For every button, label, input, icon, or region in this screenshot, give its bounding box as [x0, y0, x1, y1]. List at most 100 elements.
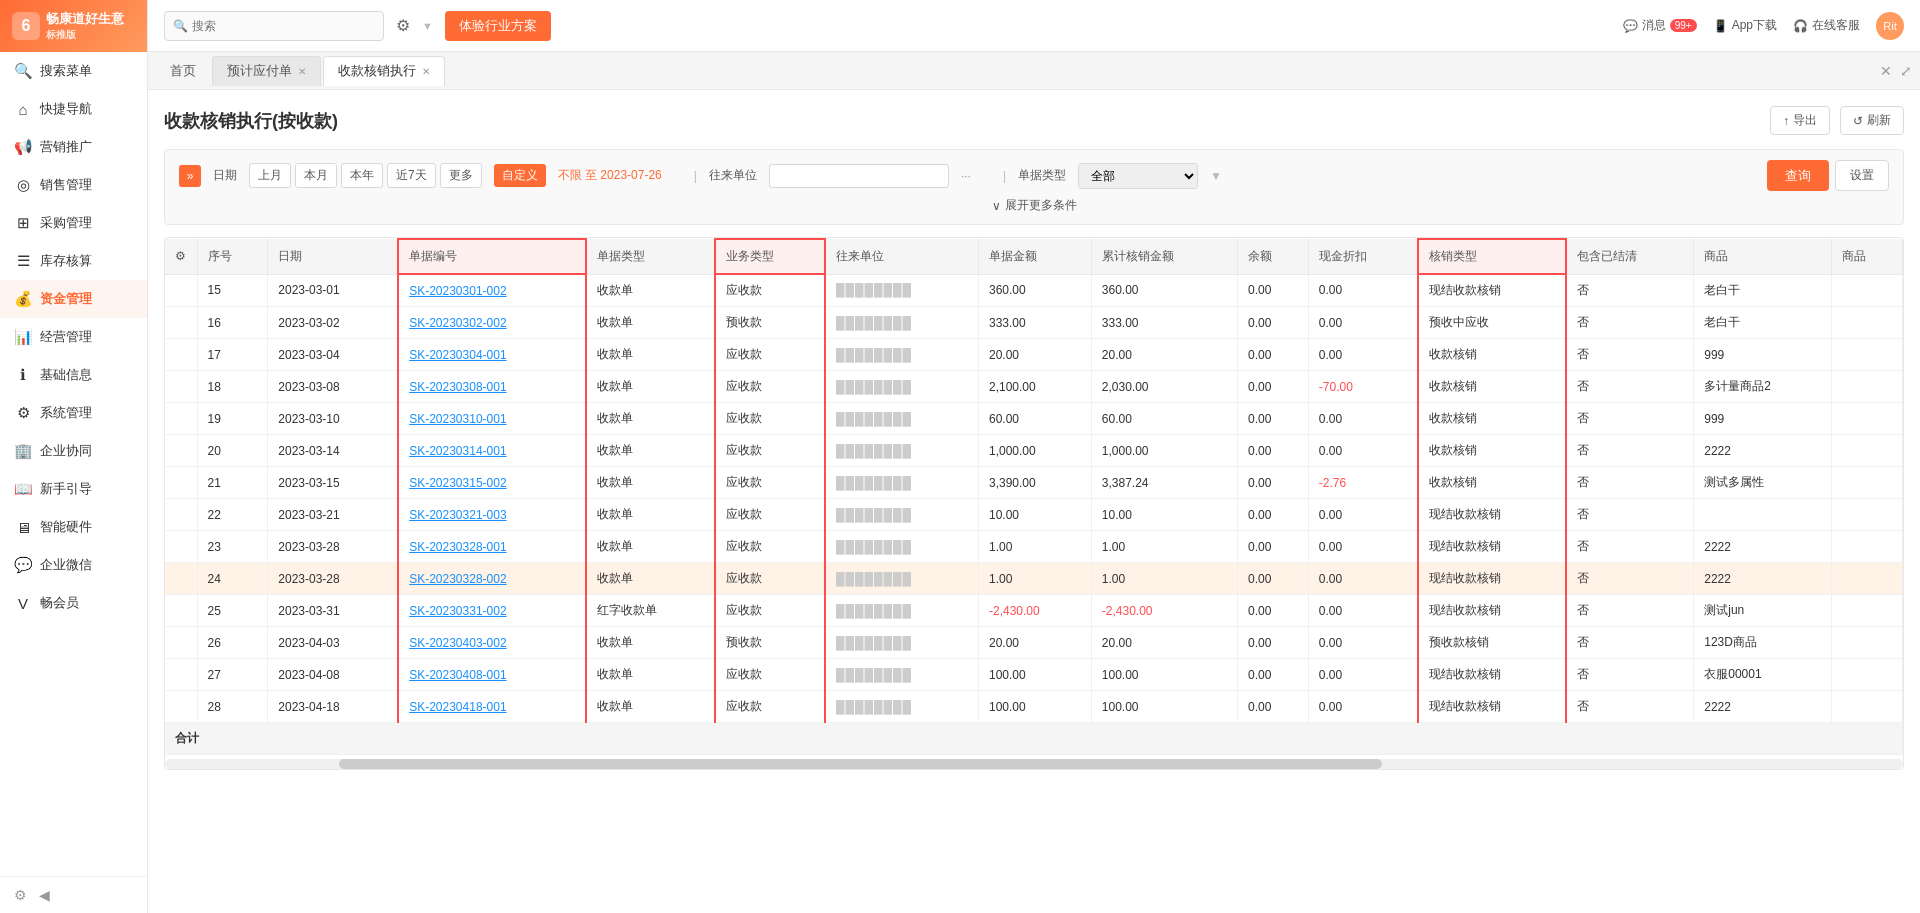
user-avatar[interactable]: Rit: [1876, 12, 1904, 40]
search-input[interactable]: [192, 19, 375, 33]
table-cell: 收款单: [586, 403, 715, 435]
table-row: 262023-04-03SK-20230403-002收款单预收款███████…: [165, 627, 1903, 659]
page-actions: ↑ 导出 ↺ 刷新: [1770, 106, 1904, 135]
table-row: 172023-03-04SK-20230304-001收款单应收款███████…: [165, 339, 1903, 371]
table-cell: 20.00: [1091, 627, 1237, 659]
sidebar-item-quick-nav[interactable]: ⌂ 快捷导航: [0, 90, 147, 128]
table-row: 242023-03-28SK-20230328-002收款单应收款███████…: [165, 563, 1903, 595]
table-cell[interactable]: SK-20230331-002: [398, 595, 586, 627]
period-more[interactable]: 更多: [440, 163, 482, 188]
table-row: 162023-03-02SK-20230302-002收款单预收款███████…: [165, 307, 1903, 339]
sidebar-item-wechat[interactable]: 💬 企业微信: [0, 546, 147, 584]
table-cell[interactable]: SK-20230302-002: [398, 307, 586, 339]
col-cash-discount: 现金折扣: [1308, 239, 1417, 274]
sidebar-item-member[interactable]: V 畅会员: [0, 584, 147, 622]
doc-type-select[interactable]: 全部: [1078, 163, 1198, 189]
enterprise-icon: 🏢: [14, 442, 32, 460]
refresh-button[interactable]: ↺ 刷新: [1840, 106, 1904, 135]
table-cell[interactable]: SK-20230418-001: [398, 691, 586, 723]
table-cell: 收款单: [586, 467, 715, 499]
app-download-button[interactable]: 📱 App下载: [1713, 17, 1777, 34]
table-cell: [165, 563, 197, 595]
table-cell[interactable]: SK-20230408-001: [398, 659, 586, 691]
tab-expand-icon[interactable]: ⤢: [1900, 63, 1912, 79]
table-cell: 应收款: [715, 467, 825, 499]
col-biz-type: 业务类型: [715, 239, 825, 274]
table-cell: 预收款: [715, 307, 825, 339]
sidebar-item-marketing[interactable]: 📢 营销推广: [0, 128, 147, 166]
horizontal-scrollbar[interactable]: [165, 759, 1903, 769]
message-button[interactable]: 💬 消息 99+: [1623, 17, 1697, 34]
sidebar-item-guide[interactable]: 📖 新手引导: [0, 470, 147, 508]
table-cell[interactable]: SK-20230304-001: [398, 339, 586, 371]
period-7days[interactable]: 近7天: [387, 163, 436, 188]
partner-dots[interactable]: ···: [961, 169, 971, 183]
custom-date-button[interactable]: 自定义: [494, 164, 546, 187]
table-cell: 2023-03-21: [268, 499, 398, 531]
table-cell[interactable]: SK-20230315-002: [398, 467, 586, 499]
tab-collection[interactable]: 收款核销执行 ✕: [323, 56, 445, 86]
filter-settings-button[interactable]: 设置: [1835, 160, 1889, 191]
sidebar-item-sales[interactable]: ◎ 销售管理: [0, 166, 147, 204]
sidebar-item-enterprise[interactable]: 🏢 企业协同: [0, 432, 147, 470]
table-cell[interactable]: SK-20230328-002: [398, 563, 586, 595]
tab-home[interactable]: 首页: [156, 56, 210, 86]
sidebar-item-finance[interactable]: 💰 资金管理: [0, 280, 147, 318]
period-this-year[interactable]: 本年: [341, 163, 383, 188]
chart-icon: 📊: [14, 328, 32, 346]
table-cell: 26: [197, 627, 268, 659]
tab-prepay-close[interactable]: ✕: [298, 66, 306, 77]
period-last-month[interactable]: 上月: [249, 163, 291, 188]
sidebar-item-operation[interactable]: 📊 经营管理: [0, 318, 147, 356]
col-setting[interactable]: ⚙: [165, 239, 197, 274]
table-cell: [1832, 691, 1903, 723]
settings-bottom-icon[interactable]: ⚙: [14, 887, 27, 903]
solution-button[interactable]: 体验行业方案: [445, 11, 551, 41]
tab-close-all-icon[interactable]: ✕: [1880, 63, 1892, 79]
sidebar-item-inventory[interactable]: ☰ 库存核算: [0, 242, 147, 280]
table-cell: 0.00: [1238, 339, 1309, 371]
table-cell: 应收款: [715, 339, 825, 371]
topbar-search-box[interactable]: 🔍: [164, 11, 384, 41]
sidebar-item-search[interactable]: 🔍 搜索菜单: [0, 52, 147, 90]
spacer2: |: [1003, 169, 1006, 183]
expand-more-button[interactable]: ∨ 展开更多条件: [992, 197, 1077, 214]
table-cell[interactable]: SK-20230301-002: [398, 274, 586, 307]
table-cell: 否: [1566, 371, 1694, 403]
export-button[interactable]: ↑ 导出: [1770, 106, 1830, 135]
filter-collapse-btn[interactable]: »: [179, 165, 201, 187]
table-cell[interactable]: SK-20230308-001: [398, 371, 586, 403]
table-cell[interactable]: SK-20230403-002: [398, 627, 586, 659]
table-cell: 100.00: [978, 659, 1091, 691]
table-cell: 0.00: [1308, 307, 1417, 339]
sidebar-item-purchase[interactable]: ⊞ 采购管理: [0, 204, 147, 242]
table-cell[interactable]: SK-20230310-001: [398, 403, 586, 435]
table-row: 182023-03-08SK-20230308-001收款单应收款███████…: [165, 371, 1903, 403]
partner-input[interactable]: [769, 164, 949, 188]
table-cell: 现结收款核销: [1418, 595, 1566, 627]
tab-prepay[interactable]: 预计应付单 ✕: [212, 56, 321, 86]
scrollbar-thumb[interactable]: [339, 759, 1382, 769]
sidebar-item-system[interactable]: ⚙ 系统管理: [0, 394, 147, 432]
table-cell: 应收款: [715, 403, 825, 435]
table-cell: 否: [1566, 499, 1694, 531]
table-cell: 否: [1566, 691, 1694, 723]
query-button[interactable]: 查询: [1767, 160, 1829, 191]
table-cell: 1.00: [1091, 531, 1237, 563]
sidebar-item-basic[interactable]: ℹ 基础信息: [0, 356, 147, 394]
table-cell[interactable]: SK-20230328-001: [398, 531, 586, 563]
table-row: 212023-03-15SK-20230315-002收款单应收款███████…: [165, 467, 1903, 499]
table-cell: 测试多属性: [1694, 467, 1832, 499]
table-cell[interactable]: SK-20230314-001: [398, 435, 586, 467]
online-service-button[interactable]: 🎧 在线客服: [1793, 17, 1860, 34]
gear-icon[interactable]: ⚙: [396, 16, 410, 35]
period-this-month[interactable]: 本月: [295, 163, 337, 188]
collapse-icon[interactable]: ◀: [39, 887, 50, 903]
table-cell[interactable]: SK-20230321-003: [398, 499, 586, 531]
table-cell: 2222: [1694, 691, 1832, 723]
tab-collection-close[interactable]: ✕: [422, 66, 430, 77]
sidebar-item-hardware[interactable]: 🖥 智能硬件: [0, 508, 147, 546]
table-cell: 收款单: [586, 274, 715, 307]
table-cell: [1832, 339, 1903, 371]
table-cell: [1832, 595, 1903, 627]
